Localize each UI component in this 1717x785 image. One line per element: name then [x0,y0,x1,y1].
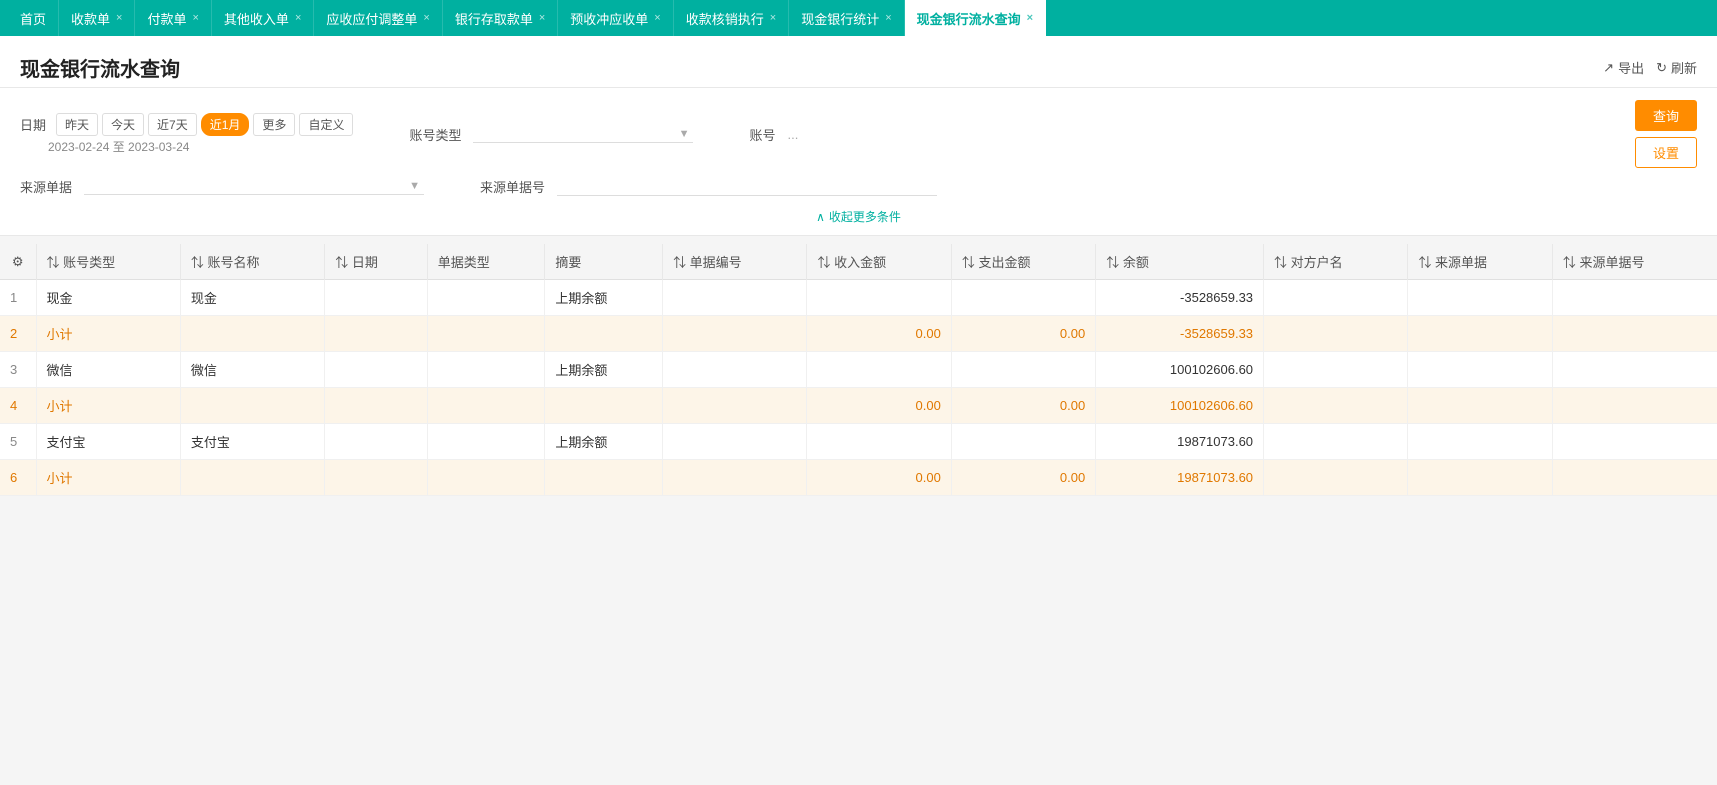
table-body: 1现金现金上期余额-3528659.332小计0.000.00-3528659.… [0,280,1717,496]
col-gear[interactable]: ⚙ [0,244,36,280]
col-income[interactable]: ⇅ 收入金额 [807,244,951,280]
table-header: ⚙ ⇅ 账号类型 ⇅ 账号名称 ⇅ 日期 单据类型 摘要 ⇅ 单据编号 ⇅ 收入… [0,244,1717,280]
refresh-button[interactable]: ↻ 刷新 [1656,58,1697,77]
settings-button[interactable]: 设置 [1635,137,1697,168]
collapse-bar[interactable]: ∧ 收起更多条件 [20,204,1697,227]
page-header: 现金银行流水查询 ↗ 导出 ↻ 刷新 [0,36,1717,88]
close-icon[interactable]: × [1027,12,1033,24]
table-row: 3微信微信上期余额100102606.60 [0,352,1717,388]
account-label: 账号 [749,125,775,144]
nav-item-bank-flow[interactable]: 现金银行流水查询 × [905,0,1046,36]
close-icon[interactable]: × [885,12,891,24]
col-summary: 摘要 [545,244,663,280]
account-type-label: 账号类型 [409,125,461,144]
page-title: 现金银行流水查询 [20,53,180,82]
date-btn-custom[interactable]: 自定义 [299,113,353,136]
chevron-down-icon-2: ▼ [409,180,420,192]
nav-item-ar-adjust[interactable]: 应收应付调整单 × [314,0,442,36]
col-account-type[interactable]: ⇅ 账号类型 [36,244,180,280]
source-doc-select[interactable]: ▼ [84,178,424,195]
nav-item-payment[interactable]: 付款单 × [135,0,211,36]
col-date[interactable]: ⇅ 日期 [325,244,428,280]
table-row: 6小计0.000.0019871073.60 [0,460,1717,496]
export-icon: ↗ [1603,60,1614,76]
header-actions: ↗ 导出 ↻ 刷新 [1603,58,1697,77]
date-btn-7days[interactable]: 近7天 [148,113,197,136]
refresh-icon: ↻ [1656,60,1667,76]
close-icon[interactable]: × [539,12,545,24]
source-doc-no-label: 来源单据号 [480,177,545,196]
col-balance[interactable]: ⇅ 余额 [1096,244,1264,280]
table-row: 5支付宝支付宝上期余额19871073.60 [0,424,1717,460]
data-table: ⚙ ⇅ 账号类型 ⇅ 账号名称 ⇅ 日期 单据类型 摘要 ⇅ 单据编号 ⇅ 收入… [0,244,1717,496]
top-nav: 首页 收款单 × 付款单 × 其他收入单 × 应收应付调整单 × 银行存取款单 … [0,0,1717,36]
date-label: 日期 [20,115,46,134]
col-doc-no[interactable]: ⇅ 单据编号 [663,244,807,280]
table-container: ⚙ ⇅ 账号类型 ⇅ 账号名称 ⇅ 日期 单据类型 摘要 ⇅ 单据编号 ⇅ 收入… [0,244,1717,496]
nav-item-receipt[interactable]: 收款单 × [59,0,135,36]
account-type-select[interactable]: ▼ [473,126,693,143]
search-button[interactable]: 查询 [1635,100,1697,131]
col-expense[interactable]: ⇅ 支出金额 [951,244,1095,280]
collapse-up-icon: ∧ [816,210,825,224]
date-options: 昨天 今天 近7天 近1月 更多 自定义 [56,113,353,136]
source-doc-label: 来源单据 [20,177,72,196]
nav-item-home[interactable]: 首页 [8,0,59,36]
table-row: 1现金现金上期余额-3528659.33 [0,280,1717,316]
chevron-down-icon: ▼ [679,128,690,140]
close-icon[interactable]: × [423,12,429,24]
date-btn-today[interactable]: 今天 [102,113,144,136]
nav-item-collection[interactable]: 收款核销执行 × [674,0,789,36]
close-icon[interactable]: × [770,12,776,24]
table-row: 4小计0.000.00100102606.60 [0,388,1717,424]
date-btn-1month[interactable]: 近1月 [201,113,250,136]
date-btn-yesterday[interactable]: 昨天 [56,113,98,136]
close-icon[interactable]: × [192,12,198,24]
col-source-doc-no[interactable]: ⇅ 来源单据号 [1552,244,1717,280]
nav-item-bank-stats[interactable]: 现金银行统计 × [789,0,904,36]
table-row: 2小计0.000.00-3528659.33 [0,316,1717,352]
nav-item-bank-deposit[interactable]: 银行存取款单 × [443,0,558,36]
nav-item-other-income[interactable]: 其他收入单 × [212,0,314,36]
filter-row-1: 日期 昨天 今天 近7天 近1月 更多 自定义 2023-02-24 至 202… [20,100,1697,168]
filter-area: 日期 昨天 今天 近7天 近1月 更多 自定义 2023-02-24 至 202… [0,88,1717,236]
export-button[interactable]: ↗ 导出 [1603,58,1644,77]
date-range: 2023-02-24 至 2023-03-24 [48,138,189,155]
col-source-doc[interactable]: ⇅ 来源单据 [1408,244,1552,280]
nav-item-prepay[interactable]: 预收冲应收单 × [558,0,673,36]
account-more-btn[interactable]: ... [787,127,798,142]
close-icon[interactable]: × [116,12,122,24]
col-doc-type: 单据类型 [427,244,545,280]
date-btn-more[interactable]: 更多 [253,113,295,136]
col-counterparty[interactable]: ⇅ 对方户名 [1264,244,1408,280]
col-account-name[interactable]: ⇅ 账号名称 [180,244,324,280]
close-icon[interactable]: × [654,12,660,24]
filter-row-2: 来源单据 ▼ 来源单据号 [20,176,1697,196]
source-doc-no-input[interactable] [557,176,937,196]
close-icon[interactable]: × [295,12,301,24]
